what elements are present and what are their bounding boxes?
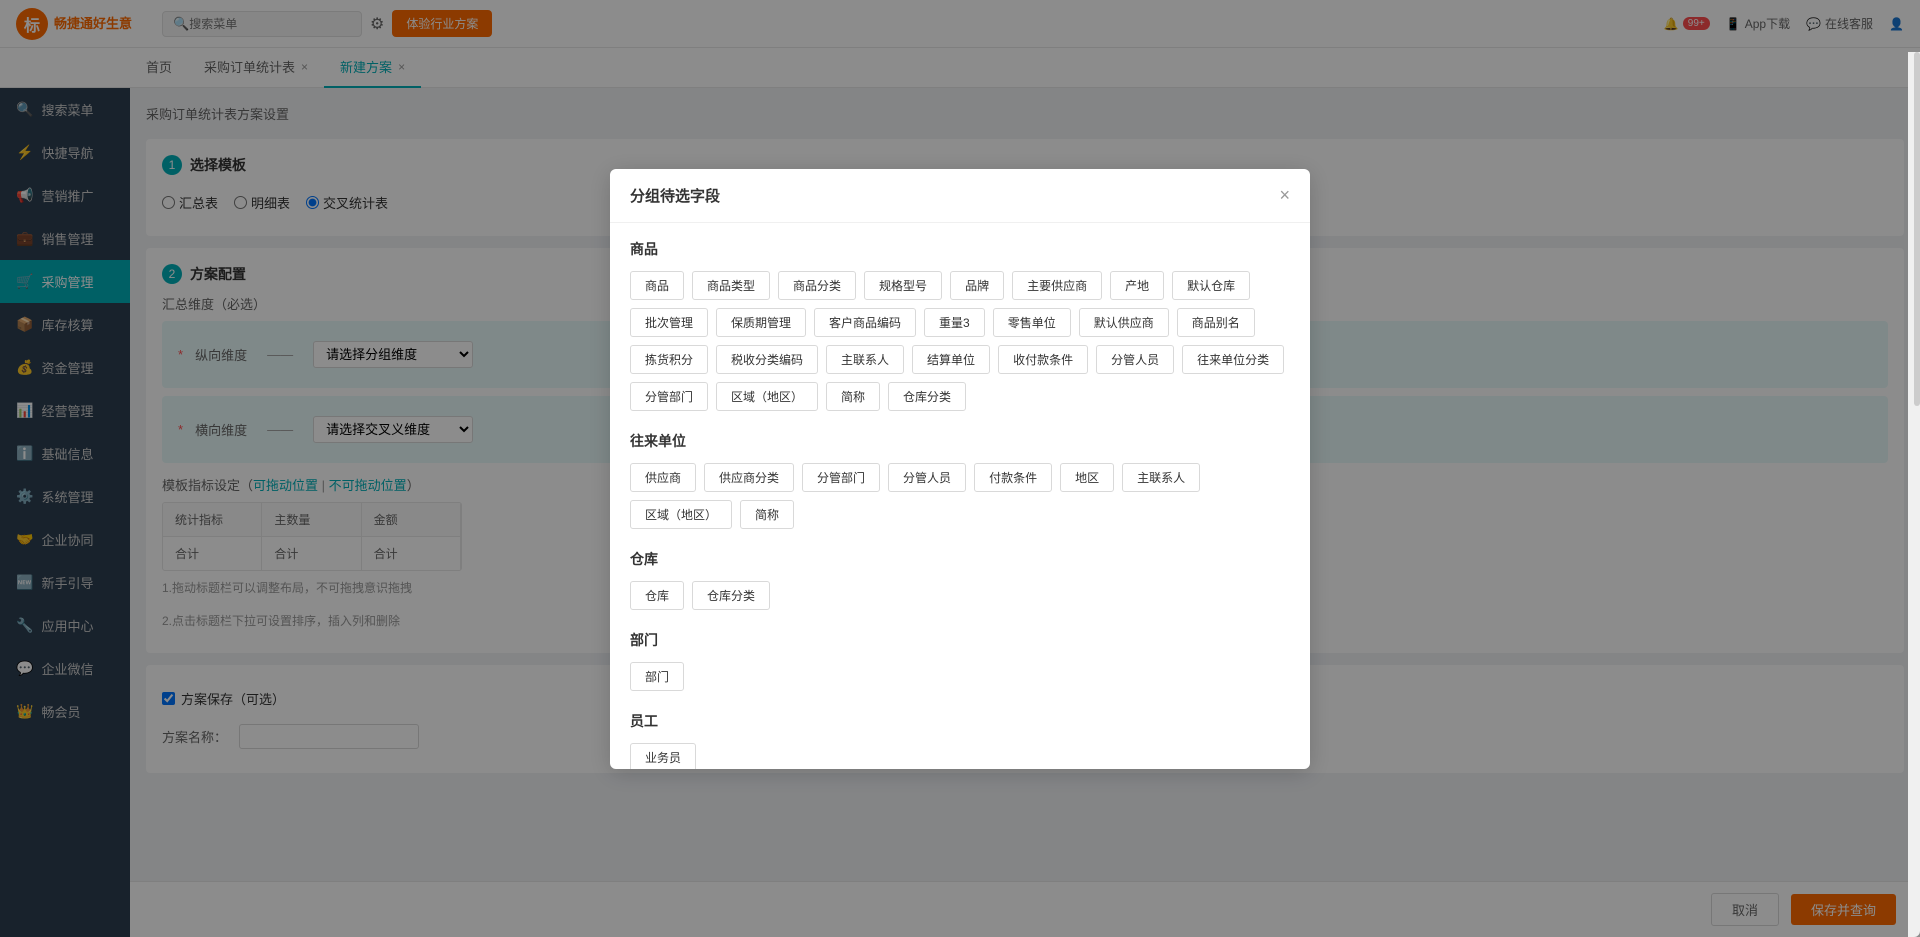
field-tag[interactable]: 区域（地区） xyxy=(630,500,732,529)
field-tag[interactable]: 拣货积分 xyxy=(630,345,708,374)
field-tag[interactable]: 主联系人 xyxy=(826,345,904,374)
field-tag[interactable]: 重量3 xyxy=(924,308,985,337)
modal-section-员工: 员工业务员 xyxy=(630,711,1290,769)
field-tag[interactable]: 区域（地区） xyxy=(716,382,818,411)
field-tag[interactable]: 分管人员 xyxy=(1096,345,1174,374)
section-title-部门: 部门 xyxy=(630,630,1290,650)
modal-scrollbar-thumb xyxy=(1914,52,1920,406)
field-tag[interactable]: 商品分类 xyxy=(778,271,856,300)
modal-section-往来单位: 往来单位供应商供应商分类分管部门分管人员付款条件地区主联系人区域（地区） 简称 xyxy=(630,431,1290,529)
field-tag[interactable]: 地区 xyxy=(1060,463,1114,492)
field-tag[interactable]: 税收分类编码 xyxy=(716,345,818,374)
field-tag[interactable]: 分管人员 xyxy=(888,463,966,492)
field-tag[interactable]: 产地 xyxy=(1110,271,1164,300)
modal: 分组待选字段 × 商品商品商品类型商品分类规格型号品牌主要供应商产地默认仓库批次… xyxy=(610,169,1310,769)
field-tag[interactable]: 商品类型 xyxy=(692,271,770,300)
field-tag[interactable]: 简称 xyxy=(740,500,794,529)
modal-section-部门: 部门部门 xyxy=(630,630,1290,691)
field-tag[interactable]: 主要供应商 xyxy=(1012,271,1102,300)
modal-scrollbar-track xyxy=(1908,52,1920,937)
field-tag[interactable]: 部门 xyxy=(630,662,684,691)
field-tags-员工: 业务员 xyxy=(630,743,1290,769)
field-tag[interactable]: 仓库分类 xyxy=(888,382,966,411)
field-tag[interactable]: 商品别名 xyxy=(1177,308,1255,337)
field-tag[interactable]: 供应商分类 xyxy=(704,463,794,492)
field-tag[interactable]: 保质期管理 xyxy=(716,308,806,337)
section-title-商品: 商品 xyxy=(630,239,1290,259)
modal-header: 分组待选字段 × xyxy=(610,169,1310,223)
field-tag[interactable]: 简称 xyxy=(826,382,880,411)
field-tag[interactable]: 业务员 xyxy=(630,743,696,769)
field-tag[interactable]: 分管部门 xyxy=(802,463,880,492)
field-tag[interactable]: 规格型号 xyxy=(864,271,942,300)
field-tag[interactable]: 结算单位 xyxy=(912,345,990,374)
field-tag[interactable]: 仓库分类 xyxy=(692,581,770,610)
modal-section-仓库: 仓库仓库仓库分类 xyxy=(630,549,1290,610)
field-tag[interactable]: 商品 xyxy=(630,271,684,300)
field-tags-部门: 部门 xyxy=(630,662,1290,691)
field-tags-商品: 商品商品类型商品分类规格型号品牌主要供应商产地默认仓库批次管理保质期管理客户商品… xyxy=(630,271,1290,411)
field-tag[interactable]: 主联系人 xyxy=(1122,463,1200,492)
field-tag[interactable]: 品牌 xyxy=(950,271,1004,300)
field-tag[interactable]: 往来单位分类 xyxy=(1182,345,1284,374)
modal-title: 分组待选字段 xyxy=(630,185,720,206)
modal-overlay: 分组待选字段 × 商品商品商品类型商品分类规格型号品牌主要供应商产地默认仓库批次… xyxy=(0,0,1920,937)
field-tag[interactable]: 分管部门 xyxy=(630,382,708,411)
section-title-往来单位: 往来单位 xyxy=(630,431,1290,451)
field-tag[interactable]: 批次管理 xyxy=(630,308,708,337)
field-tags-仓库: 仓库仓库分类 xyxy=(630,581,1290,610)
field-tag[interactable]: 零售单位 xyxy=(993,308,1071,337)
field-tag[interactable]: 客户商品编码 xyxy=(814,308,916,337)
field-tag[interactable]: 供应商 xyxy=(630,463,696,492)
modal-close-btn[interactable]: × xyxy=(1279,185,1290,206)
modal-body: 商品商品商品类型商品分类规格型号品牌主要供应商产地默认仓库批次管理保质期管理客户… xyxy=(610,223,1310,769)
field-tag[interactable]: 默认仓库 xyxy=(1172,271,1250,300)
field-tags-往来单位: 供应商供应商分类分管部门分管人员付款条件地区主联系人区域（地区） 简称 xyxy=(630,463,1290,529)
field-tag[interactable]: 付款条件 xyxy=(974,463,1052,492)
modal-section-商品: 商品商品商品类型商品分类规格型号品牌主要供应商产地默认仓库批次管理保质期管理客户… xyxy=(630,239,1290,411)
field-tag[interactable]: 仓库 xyxy=(630,581,684,610)
field-tag[interactable]: 默认供应商 xyxy=(1079,308,1169,337)
field-tag[interactable]: 收付款条件 xyxy=(998,345,1088,374)
section-title-员工: 员工 xyxy=(630,711,1290,731)
section-title-仓库: 仓库 xyxy=(630,549,1290,569)
